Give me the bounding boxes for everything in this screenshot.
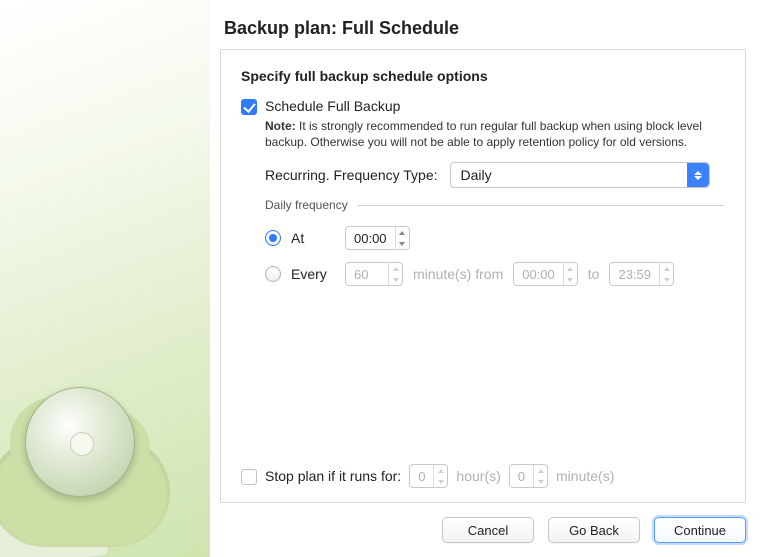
every-from-value: 00:00 — [514, 267, 563, 282]
every-unit-label: minute(s) from — [413, 266, 503, 282]
frequency-type-label: Recurring. Frequency Type: — [265, 167, 438, 183]
stop-minutes-unit: minute(s) — [556, 468, 614, 484]
every-label: Every — [291, 266, 335, 282]
daily-frequency-label: Daily frequency — [265, 198, 348, 212]
schedule-full-backup-label: Schedule Full Backup — [265, 98, 400, 114]
panel-subtitle: Specify full backup schedule options — [241, 68, 725, 84]
stop-plan-checkbox[interactable] — [241, 469, 257, 485]
schedule-full-backup-checkbox[interactable] — [241, 99, 257, 115]
continue-button[interactable]: Continue — [654, 517, 746, 543]
every-value-stepper[interactable]: 60 — [345, 262, 403, 286]
chevron-up-icon[interactable] — [389, 263, 402, 274]
stop-plan-label: Stop plan if it runs for: — [265, 468, 401, 484]
chevron-up-icon[interactable] — [564, 263, 577, 274]
note-text: It is strongly recommended to run regula… — [265, 119, 702, 149]
chevron-up-icon[interactable] — [396, 227, 409, 238]
decorative-sidebar — [0, 0, 210, 557]
chevron-down-icon[interactable] — [389, 274, 402, 285]
chevron-down-icon[interactable] — [564, 274, 577, 285]
cancel-button[interactable]: Cancel — [442, 517, 534, 543]
every-value: 60 — [346, 267, 388, 282]
at-radio[interactable] — [265, 230, 281, 246]
at-label: At — [291, 230, 335, 246]
schedule-note: Note: It is strongly recommended to run … — [265, 118, 725, 150]
chevron-up-icon[interactable] — [434, 465, 447, 476]
at-time-stepper[interactable]: 00:00 — [345, 226, 410, 250]
every-radio[interactable] — [265, 266, 281, 282]
stop-hours-unit: hour(s) — [456, 468, 500, 484]
frequency-type-value: Daily — [461, 167, 492, 183]
chevron-down-icon[interactable] — [534, 476, 547, 487]
frequency-type-select[interactable]: Daily — [450, 162, 710, 188]
disc-icon — [25, 387, 135, 497]
chevron-down-icon[interactable] — [660, 274, 673, 285]
note-prefix: Note: — [265, 119, 296, 133]
every-to-stepper[interactable]: 23:59 — [609, 262, 674, 286]
chevron-up-icon[interactable] — [534, 465, 547, 476]
go-back-button[interactable]: Go Back — [548, 517, 640, 543]
footer-buttons: Cancel Go Back Continue — [220, 503, 746, 543]
stop-minutes-stepper[interactable]: 0 — [509, 464, 548, 488]
every-from-stepper[interactable]: 00:00 — [513, 262, 578, 286]
divider — [358, 205, 725, 206]
page-title: Backup plan: Full Schedule — [224, 18, 746, 39]
every-to-value: 23:59 — [610, 267, 659, 282]
chevron-updown-icon — [687, 163, 709, 187]
chevron-up-icon[interactable] — [660, 263, 673, 274]
chevron-down-icon[interactable] — [434, 476, 447, 487]
options-panel: Specify full backup schedule options Sch… — [220, 49, 746, 503]
chevron-down-icon[interactable] — [396, 238, 409, 249]
stop-hours-value: 0 — [410, 469, 433, 484]
stop-hours-stepper[interactable]: 0 — [409, 464, 448, 488]
every-to-label: to — [588, 266, 600, 282]
at-time-value: 00:00 — [346, 231, 395, 246]
stop-minutes-value: 0 — [510, 469, 533, 484]
